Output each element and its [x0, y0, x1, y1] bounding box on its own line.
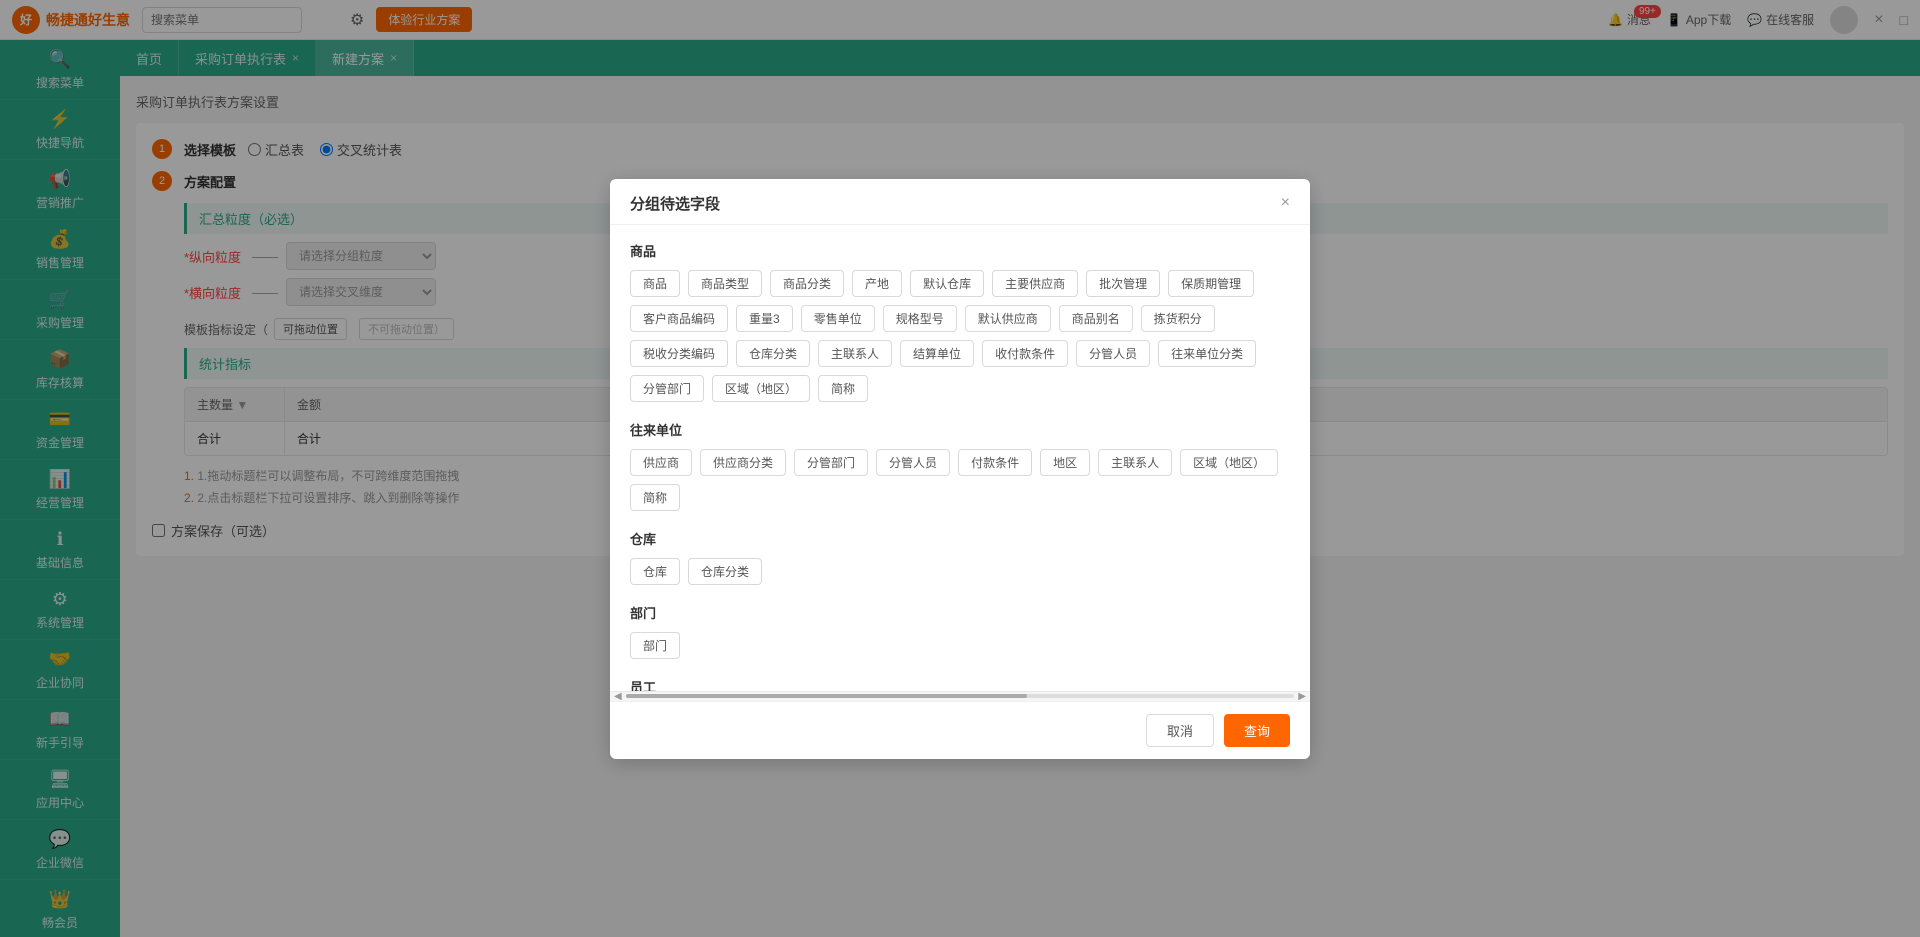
section-warehouse-title: 仓库: [630, 529, 1290, 548]
section-partner-title: 往来单位: [630, 420, 1290, 439]
field-tag[interactable]: 商品别名: [1059, 305, 1133, 332]
field-tag[interactable]: 简称: [630, 484, 680, 511]
section-goods-title: 商品: [630, 241, 1290, 260]
field-tag[interactable]: 地区: [1040, 449, 1090, 476]
field-tag[interactable]: 简称: [818, 375, 868, 402]
modal-title: 分组待选字段: [630, 193, 720, 214]
modal-header: 分组待选字段 ×: [610, 179, 1310, 225]
field-tag[interactable]: 分管人员: [876, 449, 950, 476]
cancel-button[interactable]: 取消: [1146, 714, 1214, 747]
field-tag[interactable]: 仓库分类: [736, 340, 810, 367]
hscroll-track: [626, 694, 1295, 698]
field-tag[interactable]: 主联系人: [818, 340, 892, 367]
modal-hscroll: ◀ ▶: [610, 691, 1310, 701]
modal-footer: 取消 查询: [610, 701, 1310, 759]
field-tag[interactable]: 主要供应商: [992, 270, 1078, 297]
confirm-button[interactable]: 查询: [1224, 714, 1290, 747]
modal-overlay: 分组待选字段 × 商品 商品 商品类型 商品分类 产地 默认仓库 主要供应商 批…: [0, 0, 1920, 937]
field-tag[interactable]: 重量3: [736, 305, 793, 332]
section-partner: 往来单位 供应商 供应商分类 分管部门 分管人员 付款条件 地区 主联系人 区域…: [630, 420, 1290, 511]
section-goods-tags: 商品 商品类型 商品分类 产地 默认仓库 主要供应商 批次管理 保质期管理 客户…: [630, 270, 1290, 402]
field-tag[interactable]: 拣货积分: [1141, 305, 1215, 332]
field-tag[interactable]: 规格型号: [883, 305, 957, 332]
modal-dialog: 分组待选字段 × 商品 商品 商品类型 商品分类 产地 默认仓库 主要供应商 批…: [610, 179, 1310, 759]
field-tag[interactable]: 分管人员: [1076, 340, 1150, 367]
field-tag[interactable]: 仓库: [630, 558, 680, 585]
field-tag[interactable]: 客户商品编码: [630, 305, 728, 332]
field-tag[interactable]: 分管部门: [630, 375, 704, 402]
field-tag[interactable]: 分管部门: [794, 449, 868, 476]
hscroll-thumb[interactable]: [626, 694, 1027, 698]
section-goods: 商品 商品 商品类型 商品分类 产地 默认仓库 主要供应商 批次管理 保质期管理…: [630, 241, 1290, 402]
field-tag[interactable]: 商品分类: [770, 270, 844, 297]
field-tag[interactable]: 主联系人: [1098, 449, 1172, 476]
field-tag[interactable]: 供应商分类: [700, 449, 786, 476]
field-tag[interactable]: 区域（地区）: [1180, 449, 1278, 476]
field-tag[interactable]: 产地: [852, 270, 902, 297]
modal-close-btn[interactable]: ×: [1281, 194, 1290, 212]
section-dept-tags: 部门: [630, 632, 1290, 659]
section-partner-tags: 供应商 供应商分类 分管部门 分管人员 付款条件 地区 主联系人 区域（地区） …: [630, 449, 1290, 511]
field-tag[interactable]: 区域（地区）: [712, 375, 810, 402]
section-employee: 员工 业务员: [630, 677, 1290, 691]
field-tag[interactable]: 付款条件: [958, 449, 1032, 476]
field-tag[interactable]: 结算单位: [900, 340, 974, 367]
section-dept-title: 部门: [630, 603, 1290, 622]
field-tag[interactable]: 零售单位: [801, 305, 875, 332]
section-dept: 部门 部门: [630, 603, 1290, 659]
field-tag[interactable]: 商品类型: [688, 270, 762, 297]
field-tag[interactable]: 税收分类编码: [630, 340, 728, 367]
field-tag[interactable]: 批次管理: [1086, 270, 1160, 297]
field-tag[interactable]: 往来单位分类: [1158, 340, 1256, 367]
field-tag[interactable]: 仓库分类: [688, 558, 762, 585]
section-warehouse-tags: 仓库 仓库分类: [630, 558, 1290, 585]
field-tag[interactable]: 收付款条件: [982, 340, 1068, 367]
field-tag[interactable]: 部门: [630, 632, 680, 659]
modal-body: 商品 商品 商品类型 商品分类 产地 默认仓库 主要供应商 批次管理 保质期管理…: [610, 225, 1310, 691]
field-tag[interactable]: 保质期管理: [1168, 270, 1254, 297]
section-warehouse: 仓库 仓库 仓库分类: [630, 529, 1290, 585]
section-employee-title: 员工: [630, 677, 1290, 691]
field-tag[interactable]: 默认仓库: [910, 270, 984, 297]
field-tag[interactable]: 默认供应商: [965, 305, 1051, 332]
field-tag[interactable]: 商品: [630, 270, 680, 297]
field-tag[interactable]: 供应商: [630, 449, 692, 476]
